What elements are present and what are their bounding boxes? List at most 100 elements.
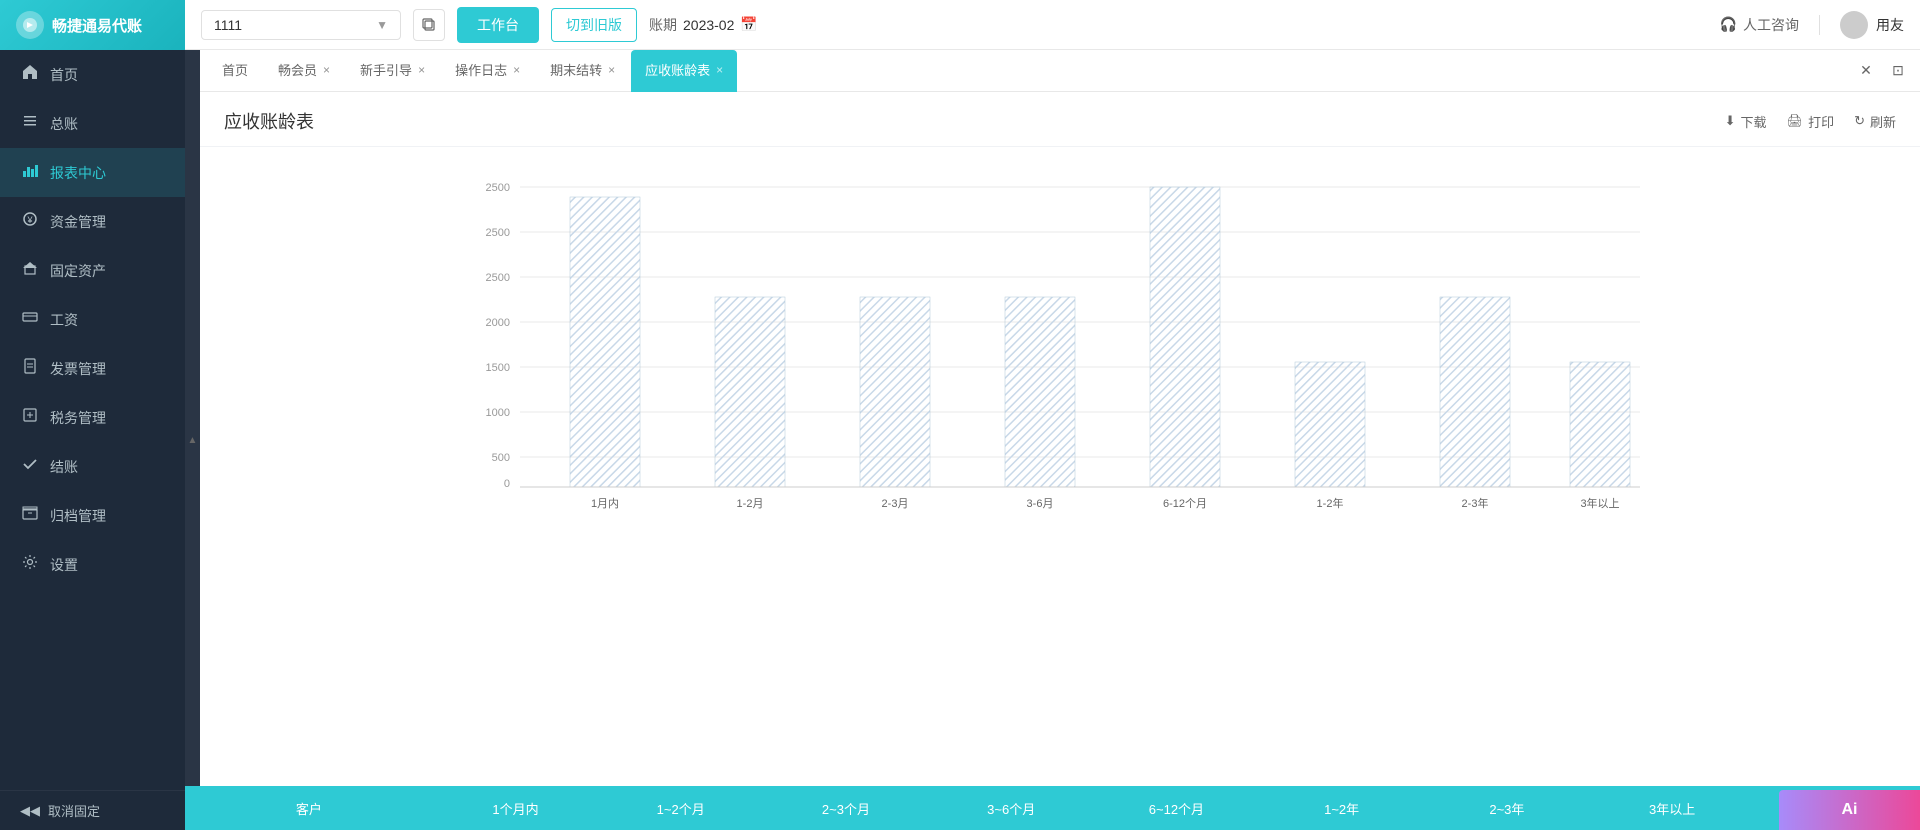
- cancel-fixed-button[interactable]: ◀◀ 取消固定: [0, 790, 185, 830]
- svg-text:2-3年: 2-3年: [1462, 496, 1489, 510]
- sidebar-label-reports: 报表中心: [50, 163, 106, 183]
- print-button[interactable]: 🖨 打印: [1787, 112, 1835, 131]
- sidebar-item-reports[interactable]: 报表中心: [0, 148, 185, 197]
- table-header-cell-2: 1~2个月: [598, 799, 763, 818]
- svg-text:¥: ¥: [26, 215, 33, 225]
- table-header-cell-4: 3~6个月: [929, 799, 1094, 818]
- svg-text:2500: 2500: [486, 272, 510, 284]
- download-icon: ⬇: [1725, 113, 1736, 129]
- sidebar-icon-funds: ¥: [20, 211, 40, 232]
- tab-close-period-end[interactable]: ×: [608, 63, 615, 77]
- table-header-cell-1: 1个月内: [433, 799, 598, 818]
- sidebar-label-ledger: 总账: [50, 114, 78, 134]
- bar-chart: 2500 2500 2500 2000 1500 1000 500 0: [224, 167, 1896, 527]
- sidebar-item-assets[interactable]: 固定资产: [0, 246, 185, 295]
- avatar: [1840, 11, 1868, 39]
- tab-member[interactable]: 畅会员 ×: [264, 50, 344, 92]
- svg-text:2000: 2000: [486, 317, 510, 329]
- sidebar-icon-archive: [20, 505, 40, 526]
- tab-label-period-end: 期末结转: [550, 60, 602, 79]
- company-selector[interactable]: 1111 ▼: [201, 10, 401, 40]
- period-label: 账期: [649, 15, 677, 35]
- svg-text:6-12个月: 6-12个月: [1163, 497, 1207, 510]
- user-name: 用友: [1876, 15, 1904, 35]
- ai-label: Ai: [1842, 801, 1858, 819]
- svg-text:2-3月: 2-3月: [882, 498, 909, 510]
- sidebar-item-checkout[interactable]: 结账: [0, 442, 185, 491]
- sidebar-label-invoice: 发票管理: [50, 359, 106, 379]
- print-icon: 🖨: [1787, 113, 1804, 129]
- sidebar-label-funds: 资金管理: [50, 212, 106, 232]
- tab-period-end[interactable]: 期末结转 ×: [536, 50, 629, 92]
- sidebar-icon-settings: [20, 554, 40, 575]
- refresh-button[interactable]: ↻ 刷新: [1854, 112, 1896, 131]
- logo-icon: [16, 11, 44, 39]
- svg-text:1500: 1500: [486, 362, 510, 374]
- tab-oplog[interactable]: 操作日志×: [441, 50, 534, 92]
- table-header-cell-3: 2~3个月: [763, 799, 928, 818]
- expand-tab-button[interactable]: ⊡: [1884, 57, 1912, 85]
- switch-version-button[interactable]: 切到旧版: [551, 8, 637, 42]
- svg-text:1月内: 1月内: [591, 496, 619, 510]
- consult-button[interactable]: 🎧 人工咨询: [1720, 15, 1799, 35]
- tab-close-oplog[interactable]: ×: [513, 63, 520, 77]
- table-header-cell-0: 客户: [185, 799, 433, 818]
- download-button[interactable]: ⬇ 下载: [1725, 112, 1767, 131]
- tab-label-aging: 应收账龄表: [645, 60, 710, 79]
- user-area[interactable]: 用友: [1840, 11, 1904, 39]
- sidebar-label-tax: 税务管理: [50, 408, 106, 428]
- tabs-bar: 首页畅会员×新手引导×操作日志×期末结转×应收账龄表× ✕ ⊡: [200, 50, 1920, 92]
- sidebar-icon-home: [20, 64, 40, 85]
- sidebar-item-ledger[interactable]: 总账: [0, 99, 185, 148]
- workbench-button[interactable]: 工作台: [457, 7, 539, 43]
- svg-text:3年以上: 3年以上: [1580, 496, 1619, 510]
- calendar-icon[interactable]: 📅: [740, 16, 757, 33]
- copy-button[interactable]: [413, 9, 445, 41]
- headset-icon: 🎧: [1720, 16, 1737, 33]
- sidebar-icon-ledger: [20, 113, 40, 134]
- tab-guide[interactable]: 新手引导 ×: [346, 50, 439, 92]
- sidebar-item-funds[interactable]: ¥ 资金管理: [0, 197, 185, 246]
- sidebar-icon-tax: [20, 407, 40, 428]
- page-header: 应收账龄表 ⬇ 下载 🖨 打印 ↻ 刷新: [200, 92, 1920, 147]
- logo-area: 畅捷通易代账: [0, 0, 185, 50]
- table-header-cell-6: 1~2年: [1259, 799, 1424, 818]
- page-actions: ⬇ 下载 🖨 打印 ↻ 刷新: [1725, 112, 1896, 131]
- sidebar-scroll[interactable]: ▲: [185, 50, 200, 830]
- tab-label-guide: 新手引导: [360, 60, 412, 79]
- sidebar-label-assets: 固定资产: [50, 261, 106, 281]
- sidebar-item-salary[interactable]: 工资: [0, 295, 185, 344]
- chevron-down-icon: ▼: [376, 18, 388, 32]
- ai-badge[interactable]: Ai: [1779, 790, 1920, 830]
- page-title: 应收账龄表: [224, 108, 314, 134]
- sidebar-item-settings[interactable]: 设置: [0, 540, 185, 589]
- divider: [1819, 15, 1820, 35]
- tab-close-aging[interactable]: ×: [716, 63, 723, 77]
- tab-close-guide[interactable]: ×: [418, 63, 425, 77]
- sidebar-label-home: 首页: [50, 65, 78, 85]
- sidebar-icon-checkout: [20, 456, 40, 477]
- sidebar-item-tax[interactable]: 税务管理: [0, 393, 185, 442]
- tab-label-home: 首页: [222, 60, 248, 79]
- tab-label-member: 畅会员: [278, 60, 317, 79]
- sidebar-item-invoice[interactable]: 发票管理: [0, 344, 185, 393]
- svg-text:500: 500: [492, 452, 510, 464]
- sidebar-label-checkout: 结账: [50, 457, 78, 477]
- logo-text: 畅捷通易代账: [52, 15, 142, 36]
- svg-text:3-6月: 3-6月: [1027, 498, 1054, 510]
- period-value: 2023-02: [683, 17, 734, 33]
- sidebar-icon-invoice: [20, 358, 40, 379]
- sidebar-item-archive[interactable]: 归档管理: [0, 491, 185, 540]
- table-header-cell-7: 2~3年: [1424, 799, 1589, 818]
- tab-home[interactable]: 首页: [208, 50, 262, 92]
- sidebar-item-home[interactable]: 首页: [0, 50, 185, 99]
- close-tab-button[interactable]: ✕: [1852, 57, 1880, 85]
- chart-container: 2500 2500 2500 2000 1500 1000 500 0: [200, 147, 1920, 547]
- tab-close-member[interactable]: ×: [323, 63, 330, 77]
- pin-icon: ◀◀: [20, 803, 40, 819]
- sidebar-label-settings: 设置: [50, 555, 78, 575]
- svg-text:1-2月: 1-2月: [737, 498, 764, 510]
- svg-text:0: 0: [504, 478, 510, 490]
- sidebar-icon-reports: [20, 162, 40, 183]
- tab-aging[interactable]: 应收账龄表 ×: [631, 50, 737, 92]
